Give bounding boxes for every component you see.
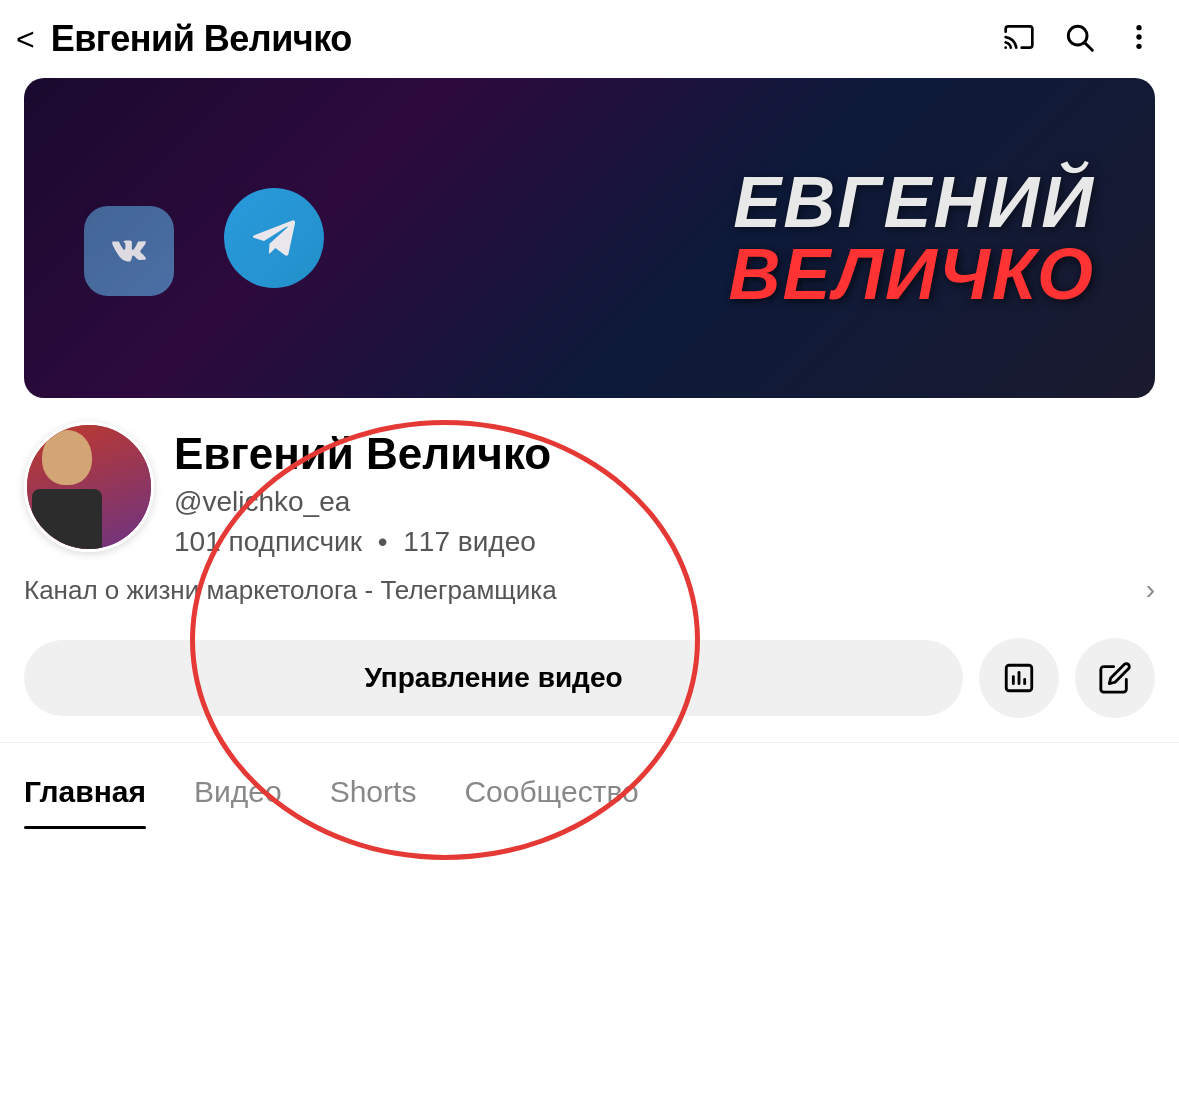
videos-count: 117 видео (403, 526, 536, 557)
description-text: Канал о жизни маркетолога - Телеграмщика (24, 575, 557, 606)
channel-banner: ЕВГЕНИЙ ВЕЛИЧКО (24, 78, 1155, 398)
profile-info: Евгений Величко @velichko_ea 101 подписч… (174, 422, 1155, 558)
tabs-section: Главная Видео Shorts Сообщество (0, 742, 1179, 829)
subscribers-count: 101 подписчик (174, 526, 362, 557)
description-arrow-icon: › (1146, 574, 1155, 606)
edit-icon (1098, 661, 1132, 695)
svg-point-5 (1136, 44, 1141, 49)
tab-shorts[interactable]: Shorts (330, 759, 449, 829)
profile-name: Евгений Величко (174, 430, 1155, 478)
avatar (24, 422, 154, 552)
banner-line1: ЕВГЕНИЙ (729, 166, 1095, 238)
vk-logo (84, 206, 174, 296)
analytics-button[interactable] (979, 638, 1059, 718)
profile-description[interactable]: Канал о жизни маркетолога - Телеграмщика… (0, 574, 1179, 626)
header: < Евгений Величко (0, 0, 1179, 78)
header-icons (1003, 21, 1155, 57)
profile-section: Евгений Величко @velichko_ea 101 подписч… (0, 398, 1179, 574)
tab-video[interactable]: Видео (194, 759, 314, 829)
header-title: Евгений Величко (51, 18, 1003, 60)
profile-handle: @velichko_ea (174, 486, 1155, 518)
tabs-row: Главная Видео Shorts Сообщество (0, 759, 1179, 829)
more-icon[interactable] (1123, 21, 1155, 57)
search-icon[interactable] (1063, 21, 1095, 57)
tab-home[interactable]: Главная (24, 759, 178, 829)
svg-line-2 (1085, 43, 1092, 50)
svg-point-4 (1136, 34, 1141, 39)
cast-icon[interactable] (1003, 21, 1035, 57)
manage-video-button[interactable]: Управление видео (24, 640, 963, 716)
tab-community[interactable]: Сообщество (464, 759, 670, 829)
stats-separator: • (378, 526, 388, 557)
analytics-icon (1002, 661, 1036, 695)
back-button[interactable]: < (16, 23, 35, 55)
banner-text: ЕВГЕНИЙ ВЕЛИЧКО (729, 166, 1095, 310)
edit-button[interactable] (1075, 638, 1155, 718)
telegram-logo (224, 188, 324, 288)
svg-point-3 (1136, 25, 1141, 30)
profile-stats: 101 подписчик • 117 видео (174, 526, 1155, 558)
banner-line2: ВЕЛИЧКО (729, 238, 1095, 310)
action-buttons: Управление видео (0, 626, 1179, 742)
